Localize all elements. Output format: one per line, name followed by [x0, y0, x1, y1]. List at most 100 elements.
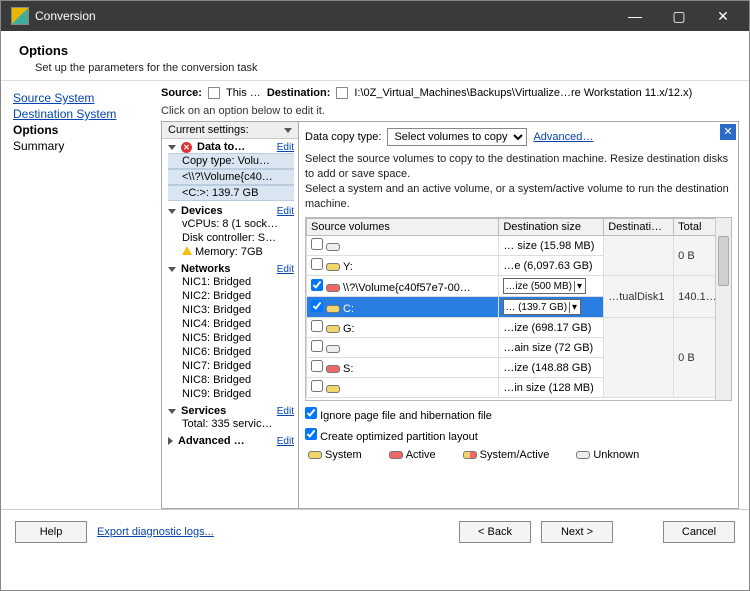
- settings-panel: Current settings: ✕Data to…EditCopy type…: [161, 122, 299, 509]
- settings-section-head[interactable]: ServicesEdit: [168, 405, 294, 417]
- settings-section-head[interactable]: NetworksEdit: [168, 263, 294, 275]
- ignore-pagefile-checkbox[interactable]: Ignore page file and hibernation file: [305, 410, 492, 422]
- table-header[interactable]: Destinati…: [604, 219, 674, 236]
- volumes-table-wrap: Source volumesDestination sizeDestinati……: [305, 217, 732, 401]
- volume-checkbox[interactable]: [311, 300, 323, 312]
- settings-item[interactable]: NIC8: Bridged: [168, 373, 294, 387]
- settings-item[interactable]: NIC9: Bridged: [168, 387, 294, 401]
- settings-section-head[interactable]: DevicesEdit: [168, 205, 294, 217]
- settings-item[interactable]: NIC5: Bridged: [168, 331, 294, 345]
- dest-size-combo[interactable]: …ize (500 MB)▾: [503, 278, 586, 294]
- nav-source-system[interactable]: Source System: [13, 91, 149, 105]
- settings-item[interactable]: NIC4: Bridged: [168, 317, 294, 331]
- app-icon: [11, 7, 29, 25]
- volume-checkbox[interactable]: [311, 258, 323, 270]
- close-detail-button[interactable]: ✕: [720, 124, 736, 140]
- table-scrollbar[interactable]: [715, 218, 731, 400]
- detail-description: Select the source volumes to copy to the…: [305, 152, 732, 211]
- advanced-link[interactable]: Advanced…: [533, 131, 593, 143]
- help-button[interactable]: Help: [15, 521, 87, 543]
- settings-header-label: Current settings:: [168, 124, 249, 136]
- volume-checkbox[interactable]: [311, 360, 323, 372]
- chevron-down-icon[interactable]: [284, 128, 292, 133]
- maximize-button[interactable]: ▢: [657, 1, 701, 31]
- volume-checkbox[interactable]: [311, 340, 323, 352]
- cancel-button[interactable]: Cancel: [663, 521, 735, 543]
- edit-link[interactable]: Edit: [277, 264, 294, 275]
- vm-icon: [336, 87, 348, 99]
- legend-system: System: [305, 449, 362, 461]
- nav-summary[interactable]: Summary: [13, 139, 149, 153]
- dest-size-combo[interactable]: … (139.7 GB)▾: [503, 299, 581, 315]
- source-label: Source:: [161, 87, 202, 99]
- settings-item[interactable]: Copy type: Volu…: [168, 153, 294, 169]
- close-button[interactable]: ✕: [701, 1, 745, 31]
- disk-icon: [326, 325, 340, 333]
- volume-checkbox[interactable]: [311, 380, 323, 392]
- create-optimized-checkbox[interactable]: Create optimized partition layout: [305, 431, 478, 443]
- settings-item[interactable]: <\\?\Volume{c40…: [168, 169, 294, 185]
- window-title: Conversion: [35, 9, 96, 23]
- disk-icon: [326, 385, 340, 393]
- settings-item[interactable]: NIC1: Bridged: [168, 275, 294, 289]
- settings-item[interactable]: Memory: 7GB: [168, 245, 294, 259]
- disk-icon: [326, 263, 340, 271]
- table-header[interactable]: Source volumes: [307, 219, 499, 236]
- volume-checkbox[interactable]: [311, 238, 323, 250]
- next-button[interactable]: Next >: [541, 521, 613, 543]
- disk-icon: [326, 305, 340, 313]
- disk-icon: [326, 345, 340, 353]
- volume-checkbox[interactable]: [311, 279, 323, 291]
- wizard-header: Options Set up the parameters for the co…: [1, 31, 749, 81]
- edit-link[interactable]: Edit: [277, 406, 294, 417]
- minimize-button[interactable]: —: [613, 1, 657, 31]
- settings-header: Current settings:: [162, 122, 298, 139]
- settings-section-head[interactable]: Advanced …Edit: [168, 435, 294, 447]
- page-title: Options: [19, 43, 731, 58]
- settings-item[interactable]: <C:>: 139.7 GB: [168, 185, 294, 201]
- volumes-table: Source volumesDestination sizeDestinati……: [306, 218, 731, 398]
- copy-type-label: Data copy type:: [305, 131, 381, 143]
- titlebar: Conversion — ▢ ✕: [1, 1, 749, 31]
- main-panel: Source: This … Destination: I:\0Z_Virtua…: [161, 81, 749, 509]
- legend-system-active: System/Active: [460, 449, 550, 461]
- settings-item[interactable]: Disk controller: S…: [168, 231, 294, 245]
- table-row[interactable]: G:…ize (698.17 GB)0 B: [307, 318, 731, 338]
- source-value: This …: [226, 87, 261, 99]
- settings-item[interactable]: NIC3: Bridged: [168, 303, 294, 317]
- nav-options[interactable]: Options: [13, 123, 149, 137]
- legend-row: System Active System/Active Unknown: [305, 449, 732, 461]
- footer: Help Export diagnostic logs... < Back Ne…: [1, 509, 749, 553]
- create-optimized-input[interactable]: [305, 428, 317, 440]
- computer-icon: [208, 87, 220, 99]
- ignore-pagefile-label: Ignore page file and hibernation file: [320, 410, 492, 422]
- table-row[interactable]: \\?\Volume{c40f57e7-00……ize (500 MB)▾…tu…: [307, 276, 731, 297]
- nav-destination-system[interactable]: Destination System: [13, 107, 149, 121]
- edit-link[interactable]: Edit: [277, 142, 294, 153]
- table-row[interactable]: … size (15.98 MB)0 B: [307, 236, 731, 256]
- disk-icon: [326, 284, 340, 292]
- create-optimized-label: Create optimized partition layout: [320, 431, 478, 443]
- dest-label: Destination:: [267, 87, 331, 99]
- settings-item[interactable]: vCPUs: 8 (1 sock…: [168, 217, 294, 231]
- legend-active: Active: [386, 449, 436, 461]
- settings-item[interactable]: Total: 335 servic…: [168, 417, 294, 431]
- settings-item[interactable]: NIC6: Bridged: [168, 345, 294, 359]
- edit-link[interactable]: Edit: [277, 206, 294, 217]
- disk-icon: [326, 243, 340, 251]
- disk-icon: [326, 365, 340, 373]
- source-dest-row: Source: This … Destination: I:\0Z_Virtua…: [161, 87, 739, 99]
- settings-item[interactable]: NIC7: Bridged: [168, 359, 294, 373]
- settings-item[interactable]: NIC2: Bridged: [168, 289, 294, 303]
- settings-section-head[interactable]: ✕Data to…Edit: [168, 141, 294, 153]
- table-header[interactable]: Destination size: [499, 219, 604, 236]
- dest-value: I:\0Z_Virtual_Machines\Backups\Virtualiz…: [354, 87, 692, 99]
- copy-type-select[interactable]: Select volumes to copy: [387, 128, 527, 146]
- volume-checkbox[interactable]: [311, 320, 323, 332]
- ignore-pagefile-input[interactable]: [305, 407, 317, 419]
- back-button[interactable]: < Back: [459, 521, 531, 543]
- hint-text: Click on an option below to edit it.: [161, 105, 739, 117]
- edit-link[interactable]: Edit: [277, 436, 294, 447]
- legend-unknown: Unknown: [573, 449, 639, 461]
- export-logs-link[interactable]: Export diagnostic logs...: [97, 526, 214, 538]
